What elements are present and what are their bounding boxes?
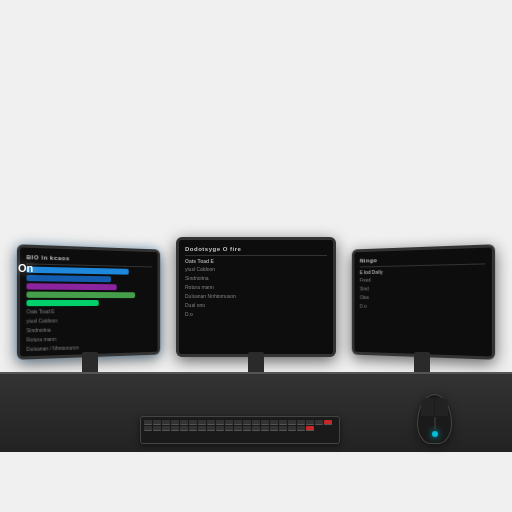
key <box>279 420 287 425</box>
key <box>234 426 242 431</box>
key <box>297 426 305 431</box>
key <box>252 426 260 431</box>
key <box>297 420 305 425</box>
key <box>180 420 188 425</box>
center-text-5: Dual ono <box>185 302 327 309</box>
key <box>252 420 260 425</box>
mouse-left-button[interactable] <box>421 398 434 416</box>
mouse-right-button[interactable] <box>435 398 448 416</box>
right-label-1: E lod Daily <box>360 267 486 276</box>
key <box>198 420 206 425</box>
key <box>189 420 197 425</box>
key <box>171 426 179 431</box>
key <box>171 420 179 425</box>
key <box>144 420 152 425</box>
bar-green <box>26 292 134 299</box>
keyboard[interactable] <box>140 416 340 444</box>
monitor-right: Ningo E lod Daily Fixed Slnd Oles D.o <box>352 244 495 360</box>
key <box>243 420 251 425</box>
center-text-2: Sindnoitna <box>185 275 327 282</box>
key <box>198 426 206 431</box>
bar-purple <box>26 283 116 290</box>
key <box>153 426 161 431</box>
bar-blue2 <box>26 275 110 282</box>
bar-blue <box>26 267 128 275</box>
center-label-1: Oats Toad E <box>185 258 327 264</box>
monitor-center-title: Dodotsyge O fire <box>185 246 327 252</box>
center-text-1: yiusl Caldoon <box>185 266 327 273</box>
key <box>162 420 170 425</box>
left-text-1: Oats Toad E <box>26 308 152 316</box>
right-text-2: Slnd <box>360 284 486 292</box>
key-red2 <box>306 426 314 431</box>
mouse-led <box>432 431 438 437</box>
key <box>162 426 170 431</box>
monitor-left: BIO ln kcaox Oats Toad E yiusl Caldoon S… <box>17 244 160 360</box>
keyboard-keys <box>141 417 339 434</box>
key <box>261 426 269 431</box>
key <box>153 420 161 425</box>
key <box>216 426 224 431</box>
key <box>306 420 314 425</box>
center-text-3: Rotura mann <box>185 284 327 291</box>
right-text-1: Fixed <box>360 275 486 284</box>
monitor-center-screen: Dodotsyge O fire Oats Toad E yiusl Caldo… <box>179 240 333 354</box>
center-text-4: Dulsanan Nnhtomuson <box>185 293 327 300</box>
mouse-scroll-wheel <box>434 417 435 429</box>
monitor-right-screen: Ningo E lod Daily Fixed Slnd Oles D.o <box>354 247 491 356</box>
divider-center <box>185 255 327 256</box>
center-text-6: D.o <box>185 311 327 318</box>
key <box>225 420 233 425</box>
monitor-left-screen: BIO ln kcaox Oats Toad E yiusl Caldoon S… <box>20 247 157 356</box>
right-text-3: Oles <box>360 294 486 301</box>
key <box>315 420 323 425</box>
mouse[interactable] <box>417 394 452 444</box>
on-label: On <box>18 262 33 274</box>
key <box>234 420 242 425</box>
key <box>189 426 197 431</box>
key <box>261 420 269 425</box>
key <box>144 426 152 431</box>
key <box>225 426 233 431</box>
key <box>279 426 287 431</box>
key <box>216 420 224 425</box>
scene: BIO ln kcaox Oats Toad E yiusl Caldoon S… <box>0 0 512 512</box>
key <box>288 420 296 425</box>
key <box>270 420 278 425</box>
key <box>180 426 188 431</box>
monitor-left-title: BIO ln kcaox <box>26 254 152 264</box>
key-red <box>324 420 332 425</box>
right-text-4: D.o <box>360 303 486 310</box>
key <box>207 426 215 431</box>
key <box>288 426 296 431</box>
bar-green2 <box>26 300 98 306</box>
left-text-2: yiusl Caldoon <box>26 316 152 325</box>
key <box>207 420 215 425</box>
monitor-center: Dodotsyge O fire Oats Toad E yiusl Caldo… <box>176 237 336 357</box>
left-text-3: Sindnoitna <box>26 325 152 334</box>
key <box>243 426 251 431</box>
monitor-right-title: Ningo <box>360 254 486 264</box>
key <box>270 426 278 431</box>
